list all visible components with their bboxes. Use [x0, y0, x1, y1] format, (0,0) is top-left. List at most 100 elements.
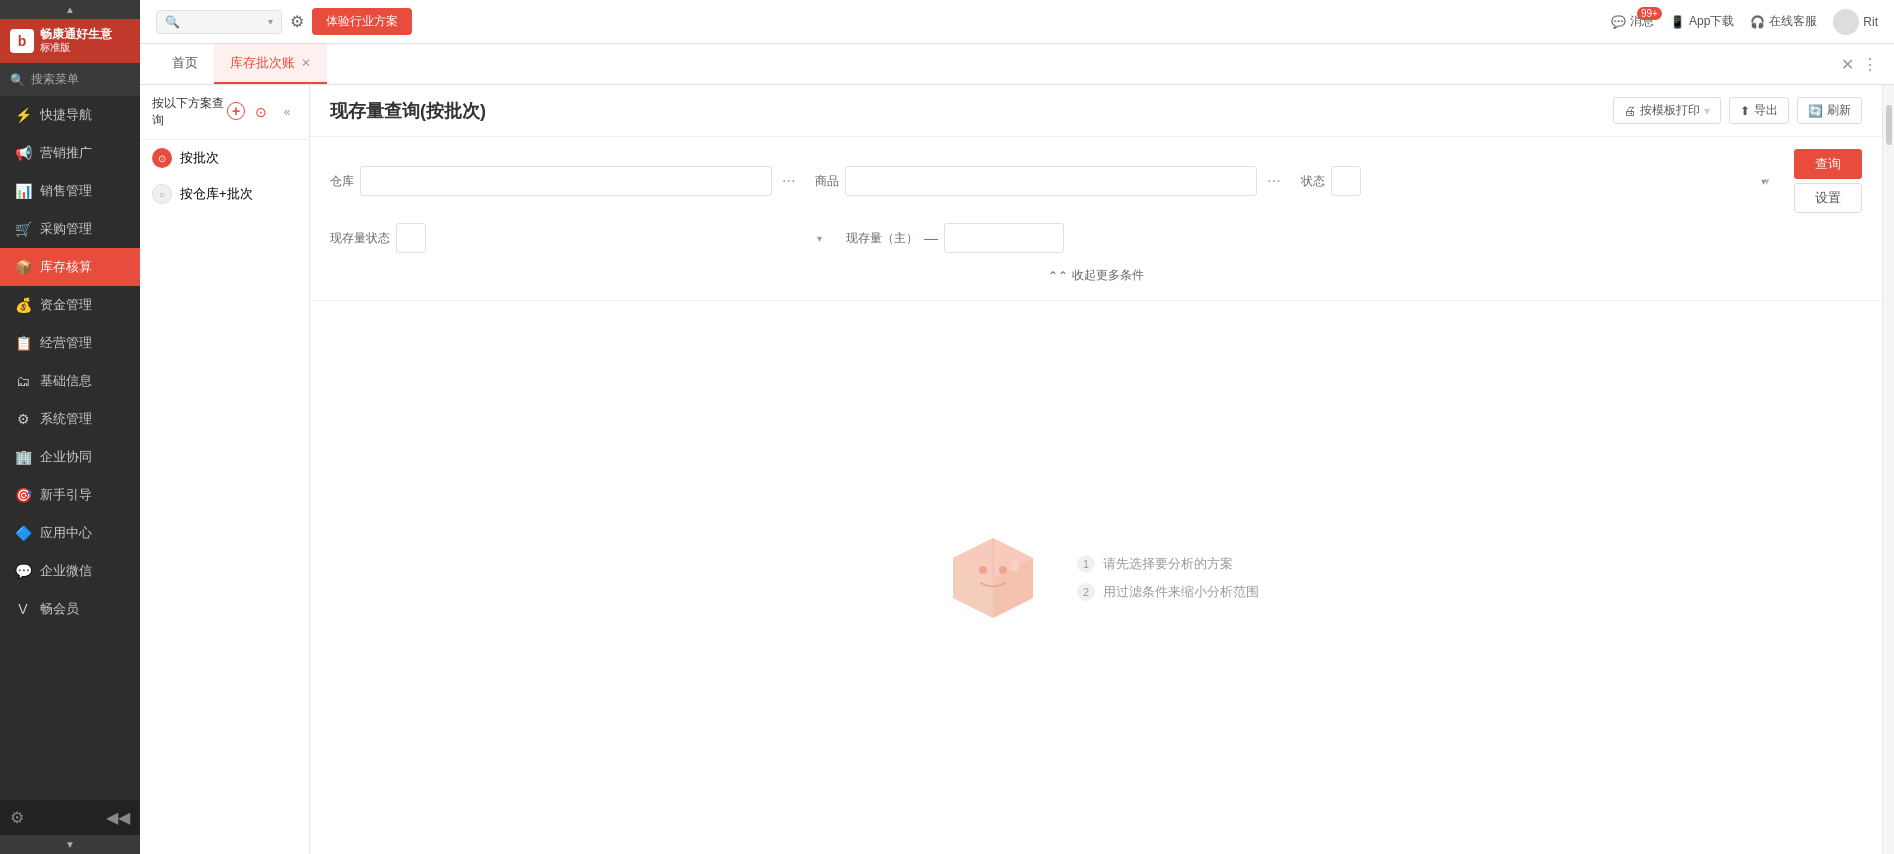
sidebar-item-purchase[interactable]: 🛒 采购管理 [0, 210, 140, 248]
export-label: 导出 [1754, 102, 1778, 119]
tab-inventory[interactable]: 库存批次账 ✕ [214, 44, 327, 84]
filter-inventory-status: 现存量状态 [330, 223, 830, 253]
tab-home[interactable]: 首页 [156, 44, 214, 84]
collapse-more-btn[interactable]: ⌃⌃ 收起更多条件 [1040, 263, 1152, 288]
tab-inventory-label: 库存批次账 [230, 54, 295, 72]
filter-separator: — [924, 230, 938, 246]
sidebar-item-inventory[interactable]: 📦 库存核算 [0, 248, 140, 286]
sidebar-item-sales[interactable]: 📊 销售管理 [0, 172, 140, 210]
topbar-search-input[interactable] [184, 15, 264, 29]
sidebar-item-marketing[interactable]: 📢 营销推广 [0, 134, 140, 172]
svg-point-5 [999, 566, 1007, 574]
collapse-more-label: 收起更多条件 [1072, 267, 1144, 284]
topbar-settings-icon[interactable]: ⚙ [290, 12, 304, 31]
sidebar-item-quick-nav[interactable]: ⚡ 快捷导航 [0, 96, 140, 134]
settings-btn[interactable]: 设置 [1794, 183, 1862, 213]
vip-icon: V [14, 600, 32, 618]
scheme-add-icon[interactable]: + [227, 102, 245, 120]
topbar: 🔍 ▾ ⚙ 体验行业方案 💬 消息 99+ 📱 App下载 🎧 在线客服 R [140, 0, 1894, 44]
sidebar-item-label: 企业微信 [40, 562, 92, 580]
export-icon: ⬆ [1740, 104, 1750, 118]
sidebar-item-label: 快捷导航 [40, 106, 92, 124]
tab-more-icon[interactable]: ⋮ [1862, 55, 1878, 74]
sidebar-item-appstore[interactable]: 🔷 应用中心 [0, 514, 140, 552]
filter-row-2: 现存量状态 现存量（主） — [330, 223, 1862, 253]
export-btn[interactable]: ⬆ 导出 [1729, 97, 1789, 124]
inventory-status-select-wrap [396, 223, 830, 253]
online-service-btn[interactable]: 🎧 在线客服 [1750, 13, 1817, 30]
topbar-actions: 💬 消息 99+ 📱 App下载 🎧 在线客服 Rit [1611, 9, 1878, 35]
appstore-icon: 🔷 [14, 524, 32, 542]
filter-status: 状态 ▾ [1301, 166, 1770, 196]
sidebar-search[interactable]: 🔍 搜索菜单 [0, 63, 140, 96]
enterprise-icon: 🏢 [14, 448, 32, 466]
sidebar-item-label: 采购管理 [40, 220, 92, 238]
collapse-sidebar-icon[interactable]: ◀◀ [106, 808, 130, 827]
inventory-main-input[interactable] [944, 223, 1064, 253]
sidebar-item-operations[interactable]: 📋 经营管理 [0, 324, 140, 362]
inventory-status-select[interactable] [396, 223, 426, 253]
sidebar-item-finance[interactable]: 💰 资金管理 [0, 286, 140, 324]
sidebar-item-label: 基础信息 [40, 372, 92, 390]
message-icon: 💬 [1611, 15, 1626, 29]
messages-btn[interactable]: 💬 消息 99+ [1611, 13, 1654, 30]
sidebar-item-label: 畅会员 [40, 600, 79, 618]
tab-close-inventory[interactable]: ✕ [301, 57, 311, 69]
scheme-item-by-batch[interactable]: ⊙ 按批次 [140, 140, 309, 176]
basic-icon: 🗂 [14, 372, 32, 390]
refresh-btn[interactable]: 🔄 刷新 [1797, 97, 1862, 124]
empty-tip-2: 2 用过滤条件来缩小分析范围 [1077, 583, 1259, 601]
filter-bar: 仓库 ··· 商品 ··· 状态 ▾ [310, 137, 1882, 301]
sidebar-item-basic[interactable]: 🗂 基础信息 [0, 362, 140, 400]
user-avatar-btn[interactable]: Rit [1833, 9, 1878, 35]
service-icon: 🎧 [1750, 15, 1765, 29]
phone-icon: 📱 [1670, 15, 1685, 29]
sidebar-item-label: 企业协同 [40, 448, 92, 466]
product-input[interactable] [845, 166, 1257, 196]
page-title: 现存量查询(按批次) [330, 99, 486, 123]
topbar-dropdown-icon[interactable]: ▾ [268, 16, 273, 27]
search-label: 搜索菜单 [31, 71, 79, 88]
settings-icon[interactable]: ⚙ [10, 808, 24, 827]
sidebar-header: b 畅康通好生意 标准版 [0, 19, 140, 63]
sidebar-item-wechat[interactable]: 💬 企业微信 [0, 552, 140, 590]
right-scrollbar[interactable] [1882, 85, 1894, 854]
experience-btn[interactable]: 体验行业方案 [312, 8, 412, 35]
sidebar-nav: ⚡ 快捷导航 📢 营销推广 📊 销售管理 🛒 采购管理 📦 库存核算 💰 资金管… [0, 96, 140, 800]
username: Rit [1863, 15, 1878, 29]
print-icon: 🖨 [1624, 104, 1636, 118]
filter-product: 商品 ··· [815, 166, 1284, 196]
warehouse-dots-btn[interactable]: ··· [778, 172, 799, 190]
sidebar-item-system[interactable]: ⚙ 系统管理 [0, 400, 140, 438]
sidebar-item-enterprise[interactable]: 🏢 企业协同 [0, 438, 140, 476]
newbie-icon: 🎯 [14, 486, 32, 504]
product-dots-btn[interactable]: ··· [1263, 172, 1284, 190]
print-btn[interactable]: 🖨 按模板打印 ▾ [1613, 97, 1721, 124]
scrollbar-thumb [1886, 105, 1892, 145]
sidebar-item-vip[interactable]: V 畅会员 [0, 590, 140, 628]
inventory-icon: 📦 [14, 258, 32, 276]
refresh-label: 刷新 [1827, 102, 1851, 119]
tab-home-label: 首页 [172, 54, 198, 72]
sidebar-footer: ⚙ ◀◀ [0, 800, 140, 835]
page-header: 现存量查询(按批次) 🖨 按模板打印 ▾ ⬆ 导出 🔄 刷新 [310, 85, 1882, 137]
topbar-search-box[interactable]: 🔍 ▾ [156, 10, 282, 34]
app-download-btn[interactable]: 📱 App下载 [1670, 13, 1734, 30]
sidebar-scroll-up[interactable]: ▲ [0, 0, 140, 19]
inventory-status-label: 现存量状态 [330, 230, 390, 247]
query-btn[interactable]: 查询 [1794, 149, 1862, 179]
warehouse-input[interactable] [360, 166, 772, 196]
system-icon: ⚙ [14, 410, 32, 428]
scheme-settings-icon[interactable]: ⊙ [251, 102, 271, 122]
scheme-collapse-icon[interactable]: « [277, 102, 297, 122]
print-label: 按模板打印 [1640, 102, 1700, 119]
scheme-item-by-warehouse-batch[interactable]: ○ 按仓库+批次 [140, 176, 309, 212]
sidebar-scroll-down[interactable]: ▼ [0, 835, 140, 854]
filter-row-1: 仓库 ··· 商品 ··· 状态 ▾ [330, 149, 1862, 213]
sidebar-item-newbie[interactable]: 🎯 新手引导 [0, 476, 140, 514]
scheme-label-by-warehouse-batch: 按仓库+批次 [180, 185, 253, 203]
status-select[interactable] [1331, 166, 1361, 196]
sales-icon: 📊 [14, 182, 32, 200]
tab-close-page-icon[interactable]: ✕ [1841, 55, 1854, 74]
purchase-icon: 🛒 [14, 220, 32, 238]
